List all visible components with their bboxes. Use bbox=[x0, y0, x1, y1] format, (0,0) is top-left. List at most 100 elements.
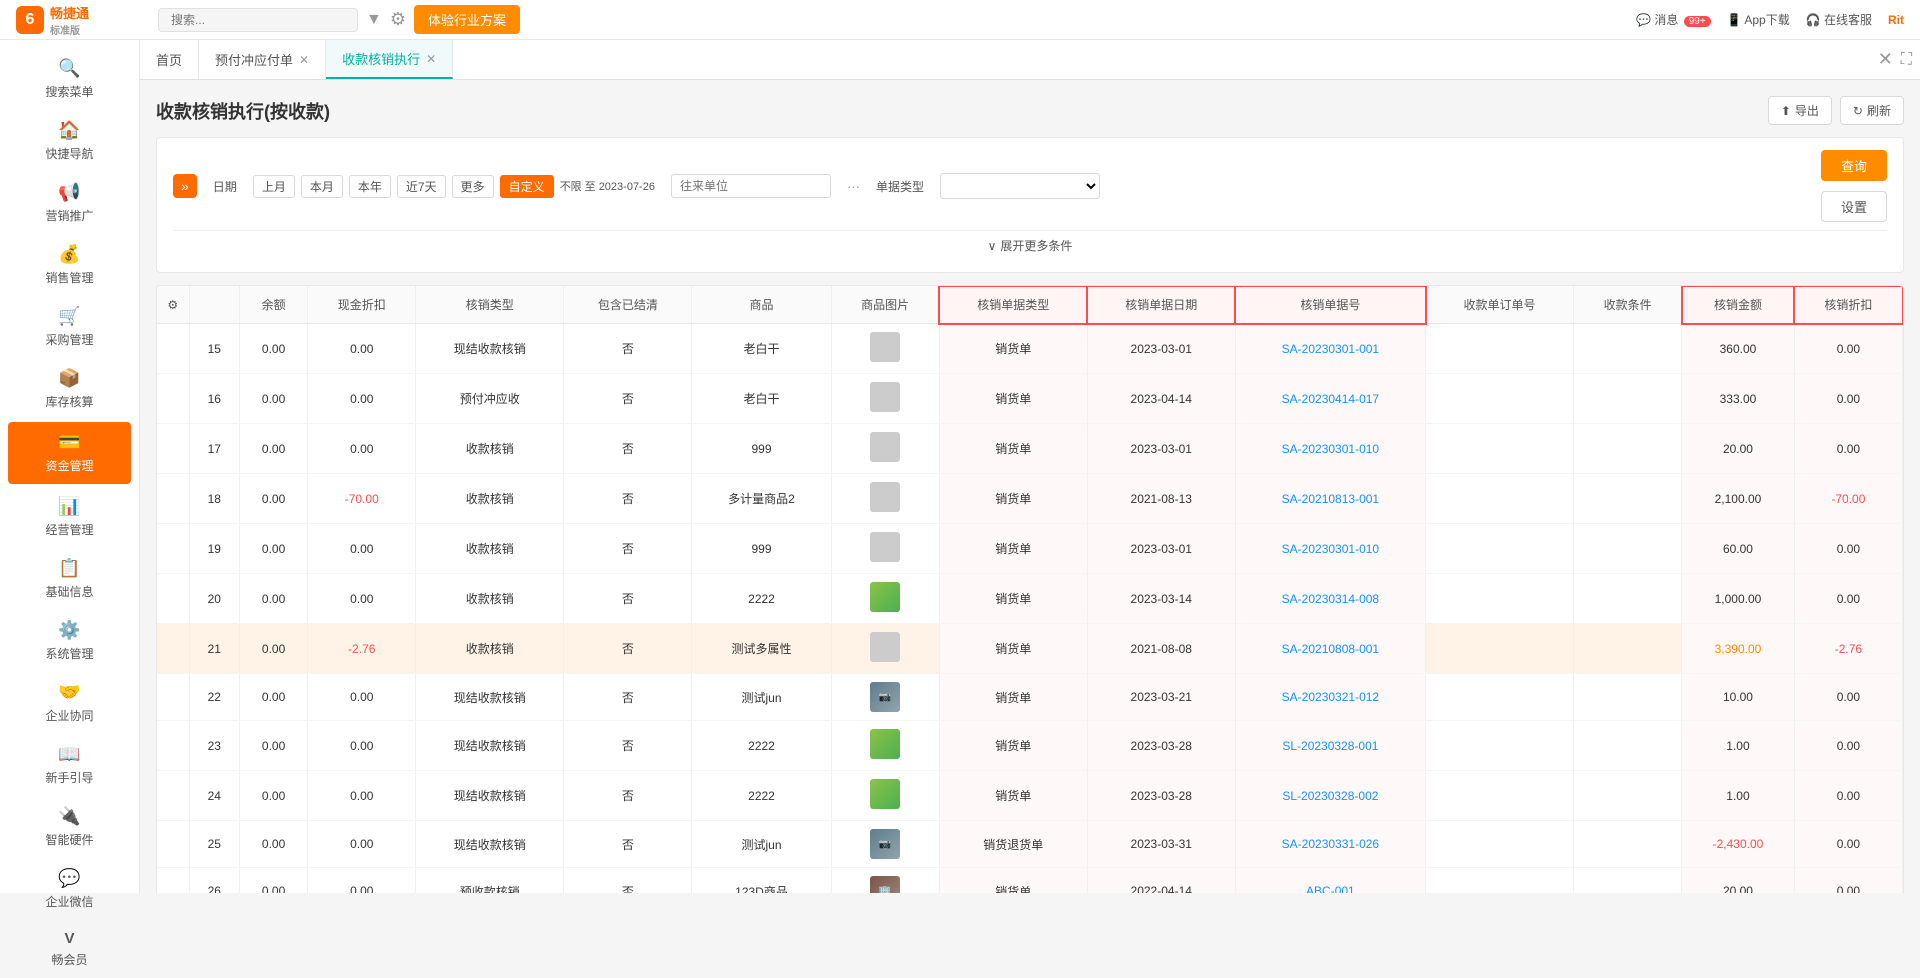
cell-verify-amount: 10.00 bbox=[1682, 674, 1795, 721]
sidebar-item-biz[interactable]: 📊 经营管理 bbox=[0, 486, 139, 548]
voucher-no-link[interactable]: SA-20230301-010 bbox=[1282, 442, 1379, 456]
table-row[interactable]: 20 0.00 0.00 收款核销 否 2222 销货单 2023-03-14 … bbox=[157, 574, 1903, 624]
message-btn[interactable]: 💬 消息 99+ bbox=[1636, 11, 1711, 28]
cell-verify-voucher-no[interactable]: SA-20230331-026 bbox=[1235, 821, 1425, 868]
col-gear[interactable]: ⚙ bbox=[157, 286, 189, 324]
close-window-btn[interactable]: ✕ bbox=[1878, 49, 1893, 70]
dots-btn[interactable]: ··· bbox=[847, 179, 860, 194]
filter-expand-btn[interactable]: » bbox=[173, 174, 197, 198]
cell-verify-voucher-no[interactable]: SA-20230414-017 bbox=[1235, 374, 1425, 424]
table-row[interactable]: 24 0.00 0.00 现结收款核销 否 2222 销货单 2023-03-2… bbox=[157, 771, 1903, 821]
cell-verify-amount: 1.00 bbox=[1682, 721, 1795, 771]
table-row[interactable]: 18 0.00 -70.00 收款核销 否 多计量商品2 销货单 2021-08… bbox=[157, 474, 1903, 524]
cell-seq: 23 bbox=[189, 721, 239, 771]
sidebar-item-purchase[interactable]: 🛒 采购管理 bbox=[0, 296, 139, 358]
voucher-no-link[interactable]: ABC-001 bbox=[1306, 884, 1355, 893]
date-btn-last-month[interactable]: 上月 bbox=[253, 175, 295, 198]
sidebar-label-search: 搜索菜单 bbox=[45, 83, 93, 100]
table-row[interactable]: 26 0.00 0.00 预收款核销 否 123D商品 🏢 销货单 2022-0… bbox=[157, 868, 1903, 894]
voucher-no-link[interactable]: SA-20210813-001 bbox=[1282, 492, 1379, 506]
voucher-no-link[interactable]: SA-20230321-012 bbox=[1282, 690, 1379, 704]
col-verify-voucher-type: 核销单据类型 bbox=[939, 286, 1087, 324]
voucher-no-link[interactable]: SA-20230301-001 bbox=[1282, 342, 1379, 356]
voucher-no-link[interactable]: SA-20230331-026 bbox=[1282, 837, 1379, 851]
cell-goods: 测试jun bbox=[692, 674, 831, 721]
sidebar-item-enterprise[interactable]: 🤝 企业协同 bbox=[0, 672, 139, 734]
cell-balance: 0.00 bbox=[239, 574, 307, 624]
expand-conditions[interactable]: ∨ 展开更多条件 bbox=[173, 230, 1887, 260]
sidebar-item-sys-mgmt[interactable]: ⚙️ 系统管理 bbox=[0, 610, 139, 672]
col-verify-voucher-date: 核销单据日期 bbox=[1087, 286, 1235, 324]
cell-verify-voucher-no[interactable]: ABC-001 bbox=[1235, 868, 1425, 894]
voucher-type-select[interactable] bbox=[940, 173, 1100, 199]
tab-receipt-exec[interactable]: 收款核销执行 ✕ bbox=[326, 40, 453, 79]
table-row[interactable]: 23 0.00 0.00 现结收款核销 否 2222 销货单 2023-03-2… bbox=[157, 721, 1903, 771]
voucher-no-link[interactable]: SA-20230414-017 bbox=[1282, 392, 1379, 406]
sidebar-item-quick-nav[interactable]: 🏠 快捷导航 bbox=[0, 110, 139, 172]
cell-verify-voucher-no[interactable]: SL-20230328-001 bbox=[1235, 721, 1425, 771]
settings-icon[interactable]: ⚙ bbox=[390, 9, 406, 30]
table-row[interactable]: 15 0.00 0.00 现结收款核销 否 老白干 销货单 2023-03-01… bbox=[157, 324, 1903, 374]
tab-home[interactable]: 首页 bbox=[140, 40, 199, 79]
table-row[interactable]: 16 0.00 0.00 预付冲应收 否 老白干 销货单 2023-04-14 … bbox=[157, 374, 1903, 424]
sidebar-item-inventory[interactable]: 📦 库存核算 bbox=[0, 358, 139, 420]
search-btn[interactable]: 查询 bbox=[1821, 150, 1887, 181]
app-download-btn[interactable]: 📱 App下载 bbox=[1727, 11, 1790, 28]
refresh-btn[interactable]: ↻ 刷新 bbox=[1840, 96, 1904, 125]
voucher-no-link[interactable]: SA-20210808-001 bbox=[1282, 642, 1379, 656]
sidebar-item-finance[interactable]: 💳 资金管理 bbox=[8, 422, 131, 484]
dropdown-icon[interactable]: ▼ bbox=[366, 11, 382, 29]
sidebar-item-base-info[interactable]: 📋 基础信息 bbox=[0, 548, 139, 610]
industry-solution-btn[interactable]: 体验行业方案 bbox=[414, 5, 520, 34]
voucher-no-link[interactable]: SA-20230301-010 bbox=[1282, 542, 1379, 556]
sidebar-item-wechat-biz[interactable]: 💬 企业微信 bbox=[0, 858, 139, 920]
partner-input[interactable] bbox=[671, 174, 831, 198]
voucher-no-link[interactable]: SL-20230328-002 bbox=[1282, 789, 1378, 803]
online-service-btn[interactable]: 🎧 在线客服 bbox=[1806, 11, 1872, 28]
cell-verify-voucher-no[interactable]: SL-20230328-002 bbox=[1235, 771, 1425, 821]
top-search-input[interactable] bbox=[158, 8, 358, 32]
setting-btn[interactable]: 设置 bbox=[1821, 191, 1887, 222]
date-btn-this-year[interactable]: 本年 bbox=[349, 175, 391, 198]
date-btn-more[interactable]: 更多 bbox=[452, 175, 494, 198]
cell-goods: 2222 bbox=[692, 721, 831, 771]
tab-prepay-close[interactable]: ✕ bbox=[299, 53, 309, 67]
tab-receipt-exec-close[interactable]: ✕ bbox=[426, 52, 436, 66]
voucher-no-link[interactable]: SA-20230314-008 bbox=[1282, 592, 1379, 606]
cell-included-settled: 否 bbox=[564, 868, 692, 894]
cell-verify-voucher-no[interactable]: SA-20230301-010 bbox=[1235, 524, 1425, 574]
cell-verify-type: 收款核销 bbox=[416, 574, 564, 624]
table-row[interactable]: 19 0.00 0.00 收款核销 否 999 销货单 2023-03-01 S… bbox=[157, 524, 1903, 574]
table-row[interactable]: 21 0.00 -2.76 收款核销 否 测试多属性 销货单 2021-08-0… bbox=[157, 624, 1903, 674]
cell-verify-voucher-no[interactable]: SA-20230301-001 bbox=[1235, 324, 1425, 374]
tab-prepay[interactable]: 预付冲应付单 ✕ bbox=[199, 40, 326, 79]
sidebar-item-vip[interactable]: V 畅会员 bbox=[0, 920, 139, 978]
date-btn-custom[interactable]: 自定义 bbox=[500, 175, 554, 198]
user-name[interactable]: Rit bbox=[1888, 13, 1904, 27]
table-row[interactable]: 17 0.00 0.00 收款核销 否 999 销货单 2023-03-01 S… bbox=[157, 424, 1903, 474]
cell-goods: 测试多属性 bbox=[692, 624, 831, 674]
date-btn-7days[interactable]: 近7天 bbox=[397, 175, 446, 198]
cell-verify-voucher-no[interactable]: SA-20230314-008 bbox=[1235, 574, 1425, 624]
sidebar-item-search-menu[interactable]: 🔍 搜索菜单 bbox=[0, 48, 139, 110]
cell-verify-voucher-no[interactable]: SA-20210813-001 bbox=[1235, 474, 1425, 524]
cell-seq: 15 bbox=[189, 324, 239, 374]
sidebar-item-marketing[interactable]: 📢 营销推广 bbox=[0, 172, 139, 234]
sidebar-label-sales: 销售管理 bbox=[45, 269, 93, 286]
date-btn-this-month[interactable]: 本月 bbox=[301, 175, 343, 198]
sidebar-item-smart-hw[interactable]: 🔌 智能硬件 bbox=[0, 796, 139, 858]
maximize-btn[interactable]: ⛶ bbox=[1901, 51, 1912, 69]
cell-seq: 17 bbox=[189, 424, 239, 474]
sidebar-item-beginner[interactable]: 📖 新手引导 bbox=[0, 734, 139, 796]
cell-verify-voucher-no[interactable]: SA-20230301-010 bbox=[1235, 424, 1425, 474]
table-row[interactable]: 22 0.00 0.00 现结收款核销 否 测试jun 📷 销货单 2023-0… bbox=[157, 674, 1903, 721]
cell-verify-voucher-date: 2023-04-14 bbox=[1087, 374, 1235, 424]
cell-verify-voucher-date: 2021-08-08 bbox=[1087, 624, 1235, 674]
sidebar-item-sales[interactable]: 💰 销售管理 bbox=[0, 234, 139, 296]
cell-verify-voucher-no[interactable]: SA-20230321-012 bbox=[1235, 674, 1425, 721]
sidebar-label-sys: 系统管理 bbox=[45, 645, 93, 662]
voucher-no-link[interactable]: SL-20230328-001 bbox=[1282, 739, 1378, 753]
export-btn[interactable]: ⬆ 导出 bbox=[1768, 96, 1832, 125]
table-row[interactable]: 25 0.00 0.00 现结收款核销 否 测试jun 📷 销货退货单 2023… bbox=[157, 821, 1903, 868]
cell-verify-voucher-no[interactable]: SA-20210808-001 bbox=[1235, 624, 1425, 674]
